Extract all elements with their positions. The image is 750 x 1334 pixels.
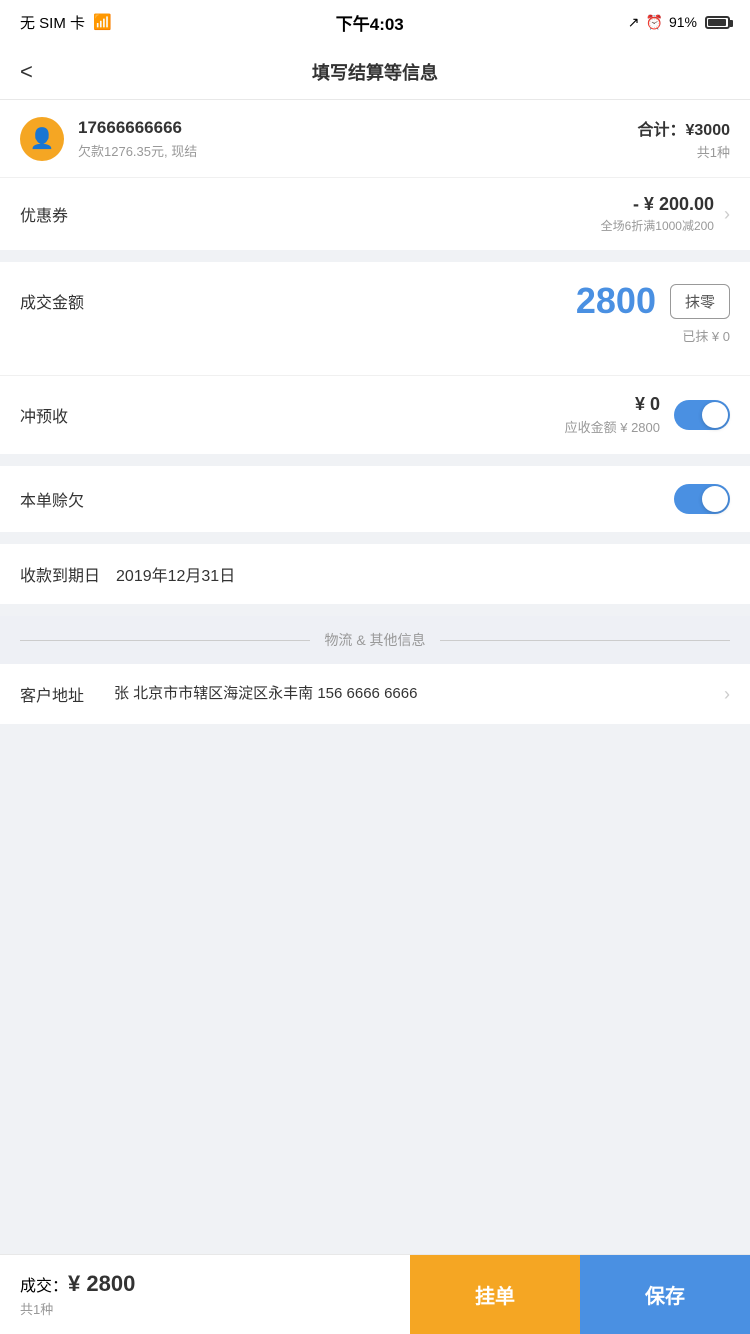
coupon-chevron-icon: › [724,204,730,225]
deal-right: 2800 抹零 [576,280,730,322]
due-date-section: 收款到期日 2019年12月31日 [0,544,750,604]
divider-text: 物流 & 其他信息 [324,630,425,650]
divider-section: 物流 & 其他信息 [0,616,750,664]
prepay-right: ¥ 0 应收金额 ¥ 2800 [565,394,730,436]
due-value: 2019年12月31日 [116,562,235,586]
alarm-icon: ⏰ [646,14,663,31]
customer-info: 17666666666 欠款1276.35元, 现结 [78,118,197,160]
round-zero-button[interactable]: 抹零 [670,284,730,319]
avatar: 👤 [20,117,64,161]
customer-row: 👤 17666666666 欠款1276.35元, 现结 合计：¥3000 共1… [0,100,750,177]
coupon-label: 优惠券 [20,202,68,226]
battery-text: 91% [669,14,697,30]
due-label: 收款到期日 [20,562,100,586]
coupon-amount: - ¥ 200.00 [601,194,714,215]
wifi-icon: 📶 [93,13,112,31]
address-value: 张 北京市市辖区海淀区永丰南 156 6666 6666 [114,683,724,706]
total-count: 共1种 [638,142,731,161]
status-left: 无 SIM 卡 📶 [20,12,112,33]
status-time: 下午4:03 [336,10,404,35]
address-chevron-icon: › [724,684,730,705]
gray-filler [0,736,750,856]
status-right: ↗ ⏰ 91% [628,14,730,31]
prepay-amount: ¥ 0 [565,394,660,415]
customer-debt: 欠款1276.35元, 现结 [78,141,197,160]
nav-bar: < 填写结算等信息 [0,44,750,100]
bottom-amount: ¥ 2800 [68,1271,135,1296]
coupon-desc: 全场6折满1000减200 [601,217,714,234]
address-section[interactable]: 客户地址 张 北京市市辖区海淀区永丰南 156 6666 6666 › [0,664,750,724]
debt-label: 本单赊欠 [20,487,84,511]
deal-sub: 已抹 ¥ 0 [20,326,730,345]
battery-icon [705,16,730,29]
status-bar: 无 SIM 卡 📶 下午4:03 ↗ ⏰ 91% [0,0,750,44]
prepay-section: 冲预收 ¥ 0 应收金额 ¥ 2800 [0,375,750,454]
coupon-row[interactable]: 优惠券 - ¥ 200.00 全场6折满1000减200 › [0,177,750,250]
back-button[interactable]: < [20,59,33,85]
prepay-toggle[interactable] [674,400,730,430]
bottom-count: 共1种 [20,1299,390,1318]
bottom-bar: 成交：¥ 2800 共1种 挂单 保存 [0,1254,750,1334]
deal-row: 成交金额 2800 抹零 [20,280,730,322]
customer-right: 合计：¥3000 共1种 [638,116,731,161]
prepay-values: ¥ 0 应收金额 ¥ 2800 [565,394,660,436]
coupon-right: - ¥ 200.00 全场6折满1000减200 › [601,194,730,234]
prepay-label: 冲预收 [20,403,68,427]
customer-left: 👤 17666666666 欠款1276.35元, 现结 [20,117,197,161]
deal-label: 成交金额 [20,289,84,313]
location-icon: ↗ [628,14,640,31]
address-label: 客户地址 [20,682,100,706]
bottom-deal-label: 成交：¥ 2800 [20,1271,390,1297]
carrier-text: 无 SIM 卡 [20,12,85,33]
total-value: 合计：¥3000 [638,116,731,140]
page-title: 填写结算等信息 [312,59,438,85]
deal-amount: 2800 [576,280,656,322]
coupon-discount: - ¥ 200.00 全场6折满1000减200 [601,194,714,234]
debt-row: 本单赊欠 [20,484,730,514]
save-button[interactable]: 保存 [580,1255,750,1334]
bottom-deal-text: 成交： [20,1278,68,1295]
prepay-sub: 应收金额 ¥ 2800 [565,417,660,436]
due-row: 收款到期日 2019年12月31日 [20,562,730,586]
divider-line-right [440,640,730,641]
deal-section: 成交金额 2800 抹零 已抹 ¥ 0 [0,262,750,363]
hang-order-button[interactable]: 挂单 [410,1255,580,1334]
content: 👤 17666666666 欠款1276.35元, 现结 合计：¥3000 共1… [0,100,750,948]
debt-section: 本单赊欠 [0,466,750,532]
customer-phone: 17666666666 [78,118,197,138]
customer-coupon-section: 👤 17666666666 欠款1276.35元, 现结 合计：¥3000 共1… [0,100,750,250]
prepay-row: 冲预收 ¥ 0 应收金额 ¥ 2800 [20,394,730,436]
deal-prepay-section: 成交金额 2800 抹零 已抹 ¥ 0 冲预收 ¥ 0 应收金额 ¥ 2800 [0,262,750,454]
debt-toggle[interactable] [674,484,730,514]
divider-line-left [20,640,310,641]
bottom-info: 成交：¥ 2800 共1种 [0,1271,410,1318]
